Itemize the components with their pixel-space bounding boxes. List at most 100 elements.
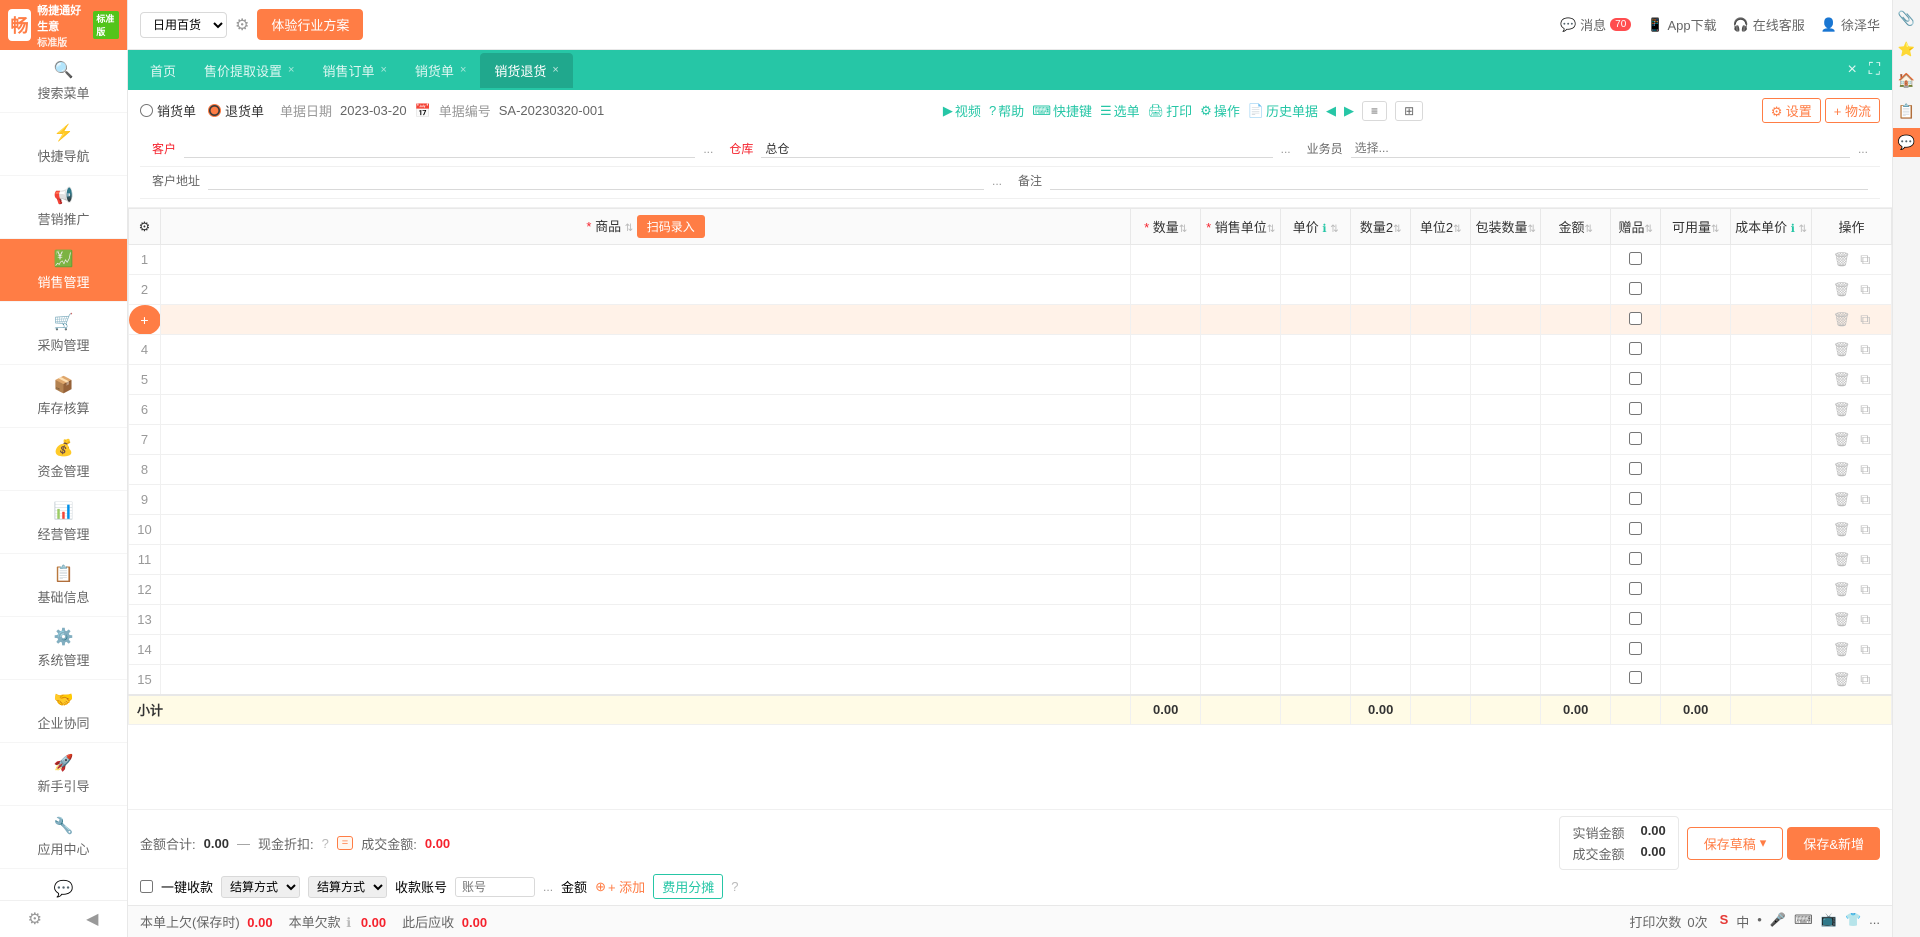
row-5-price[interactable] bbox=[1281, 365, 1351, 395]
row-4-gift-checkbox[interactable] bbox=[1629, 342, 1642, 355]
row-6-unit2[interactable] bbox=[1411, 395, 1471, 425]
right-panel-btn-2[interactable]: ⭐ bbox=[1893, 35, 1920, 64]
row-9-cost-price[interactable] bbox=[1731, 485, 1812, 515]
customer-dots[interactable]: ... bbox=[703, 142, 713, 156]
row-15-sale-unit[interactable] bbox=[1201, 665, 1281, 695]
row-3-gift[interactable] bbox=[1611, 305, 1661, 335]
help-btn[interactable]: ? 帮助 bbox=[989, 101, 1024, 120]
row-11-qty[interactable] bbox=[1131, 545, 1201, 575]
row-6-price[interactable] bbox=[1281, 395, 1351, 425]
remark-input[interactable] bbox=[1050, 171, 1868, 190]
row-7-price[interactable] bbox=[1281, 425, 1351, 455]
row-14-price[interactable] bbox=[1281, 635, 1351, 665]
row-11-goods[interactable] bbox=[161, 545, 1131, 575]
row-15-cost-price[interactable] bbox=[1731, 665, 1812, 695]
topbar-settings-btn[interactable]: ⚙ bbox=[235, 15, 249, 35]
settings-btn[interactable]: ⚙ 设置 bbox=[1762, 98, 1821, 123]
row-6-available[interactable] bbox=[1661, 395, 1731, 425]
sidebar-item-marketing[interactable]: 📢 营销推广 bbox=[0, 176, 127, 239]
row-1-available[interactable] bbox=[1661, 245, 1731, 275]
customer-service-btn[interactable]: 🎧 在线客服 bbox=[1733, 15, 1805, 34]
row-2-sale-unit[interactable] bbox=[1201, 275, 1281, 305]
row-8-available[interactable] bbox=[1661, 455, 1731, 485]
row-2-qty2[interactable] bbox=[1351, 275, 1411, 305]
row-13-gift-checkbox[interactable] bbox=[1629, 612, 1642, 625]
row-11-qty2[interactable] bbox=[1351, 545, 1411, 575]
row-4-price[interactable] bbox=[1281, 335, 1351, 365]
row-10-gift[interactable] bbox=[1611, 515, 1661, 545]
row-3-price[interactable] bbox=[1281, 305, 1351, 335]
row-12-sale-unit[interactable] bbox=[1201, 575, 1281, 605]
row-13-copy-btn[interactable]: ⧉ bbox=[1857, 611, 1873, 628]
row-9-copy-btn[interactable]: ⧉ bbox=[1857, 491, 1873, 508]
row-7-delete-btn[interactable]: 🗑 bbox=[1830, 431, 1854, 448]
row-9-qty[interactable] bbox=[1131, 485, 1201, 515]
row-8-qty2[interactable] bbox=[1351, 455, 1411, 485]
row-8-delete-btn[interactable]: 🗑 bbox=[1830, 461, 1854, 478]
sidebar-item-system[interactable]: ⚙️ 系统管理 bbox=[0, 617, 127, 680]
sort-sale-unit-icon[interactable]: ⇅ bbox=[1267, 224, 1275, 235]
sidebar-item-enterprise[interactable]: 🤝 企业协同 bbox=[0, 680, 127, 743]
row-1-delete-btn[interactable]: 🗑 bbox=[1830, 251, 1854, 268]
warehouse-input[interactable] bbox=[761, 139, 1272, 158]
fee-split-btn[interactable]: 费用分摊 bbox=[653, 874, 723, 899]
row-15-available[interactable] bbox=[1661, 665, 1731, 695]
row-4-sale-unit[interactable] bbox=[1201, 335, 1281, 365]
row-8-unit2[interactable] bbox=[1411, 455, 1471, 485]
sort-gift-icon[interactable]: ⇅ bbox=[1644, 224, 1652, 235]
prev-btn[interactable]: ◀ bbox=[1326, 103, 1336, 119]
row-9-pkg-qty[interactable] bbox=[1471, 485, 1541, 515]
account-input[interactable] bbox=[455, 877, 535, 897]
row-13-goods[interactable] bbox=[161, 605, 1131, 635]
row-3-delete-btn[interactable]: 🗑 bbox=[1830, 311, 1854, 328]
row-8-goods[interactable] bbox=[161, 455, 1131, 485]
row-14-goods[interactable] bbox=[161, 635, 1131, 665]
right-panel-btn-4[interactable]: 📋 bbox=[1893, 97, 1920, 126]
row-11-amount[interactable] bbox=[1541, 545, 1611, 575]
row-4-delete-btn[interactable]: 🗑 bbox=[1830, 341, 1854, 358]
row-6-delete-btn[interactable]: 🗑 bbox=[1830, 401, 1854, 418]
row-3-qty[interactable] bbox=[1131, 305, 1201, 335]
row-8-gift-checkbox[interactable] bbox=[1629, 462, 1642, 475]
row-5-gift[interactable] bbox=[1611, 365, 1661, 395]
row-3-goods-input[interactable] bbox=[165, 312, 1126, 327]
row-6-cost-price[interactable] bbox=[1731, 395, 1812, 425]
row-13-cost-price[interactable] bbox=[1731, 605, 1812, 635]
sort-available-icon[interactable]: ⇅ bbox=[1711, 224, 1719, 235]
row-15-delete-btn[interactable]: 🗑 bbox=[1830, 671, 1854, 688]
row-10-unit2[interactable] bbox=[1411, 515, 1471, 545]
one-key-pay-checkbox[interactable] bbox=[140, 880, 153, 893]
row-6-gift[interactable] bbox=[1611, 395, 1661, 425]
tab-home[interactable]: 首页 bbox=[136, 53, 190, 88]
row-1-sale-unit[interactable] bbox=[1201, 245, 1281, 275]
row-9-goods[interactable] bbox=[161, 485, 1131, 515]
user-btn[interactable]: 👤 徐泽华 bbox=[1821, 15, 1880, 34]
row-12-pkg-qty[interactable] bbox=[1471, 575, 1541, 605]
settle-method-select[interactable]: 结算方式 bbox=[221, 876, 300, 898]
row-8-gift[interactable] bbox=[1611, 455, 1661, 485]
row-9-gift[interactable] bbox=[1611, 485, 1661, 515]
row-10-cost-price[interactable] bbox=[1731, 515, 1812, 545]
tabs-close-all-btn[interactable]: × bbox=[1843, 59, 1860, 81]
row-14-gift[interactable] bbox=[1611, 635, 1661, 665]
radio-return[interactable]: 退货单 bbox=[208, 101, 264, 120]
row-9-amount[interactable] bbox=[1541, 485, 1611, 515]
sidebar-settings-btn[interactable]: ⚙ bbox=[8, 909, 62, 929]
row-14-pkg-qty[interactable] bbox=[1471, 635, 1541, 665]
row-14-amount[interactable] bbox=[1541, 635, 1611, 665]
row-6-qty[interactable] bbox=[1131, 395, 1201, 425]
row-6-pkg-qty[interactable] bbox=[1471, 395, 1541, 425]
row-4-qty[interactable] bbox=[1131, 335, 1201, 365]
row-2-copy-btn[interactable]: ⧉ bbox=[1857, 281, 1873, 298]
row-11-gift-checkbox[interactable] bbox=[1629, 552, 1642, 565]
row-6-qty2[interactable] bbox=[1351, 395, 1411, 425]
row-1-cost-price[interactable] bbox=[1731, 245, 1812, 275]
row-5-delete-btn[interactable]: 🗑 bbox=[1830, 371, 1854, 388]
sidebar-item-purchase[interactable]: 🛒 采购管理 bbox=[0, 302, 127, 365]
tab-sale-return[interactable]: 销货退货 × bbox=[480, 53, 572, 88]
save-draft-btn[interactable]: 保存草稿 ▾ bbox=[1687, 827, 1784, 860]
row-7-cost-price[interactable] bbox=[1731, 425, 1812, 455]
row-13-delete-btn[interactable]: 🗑 bbox=[1830, 611, 1854, 628]
row-15-pkg-qty[interactable] bbox=[1471, 665, 1541, 695]
row-7-gift-checkbox[interactable] bbox=[1629, 432, 1642, 445]
